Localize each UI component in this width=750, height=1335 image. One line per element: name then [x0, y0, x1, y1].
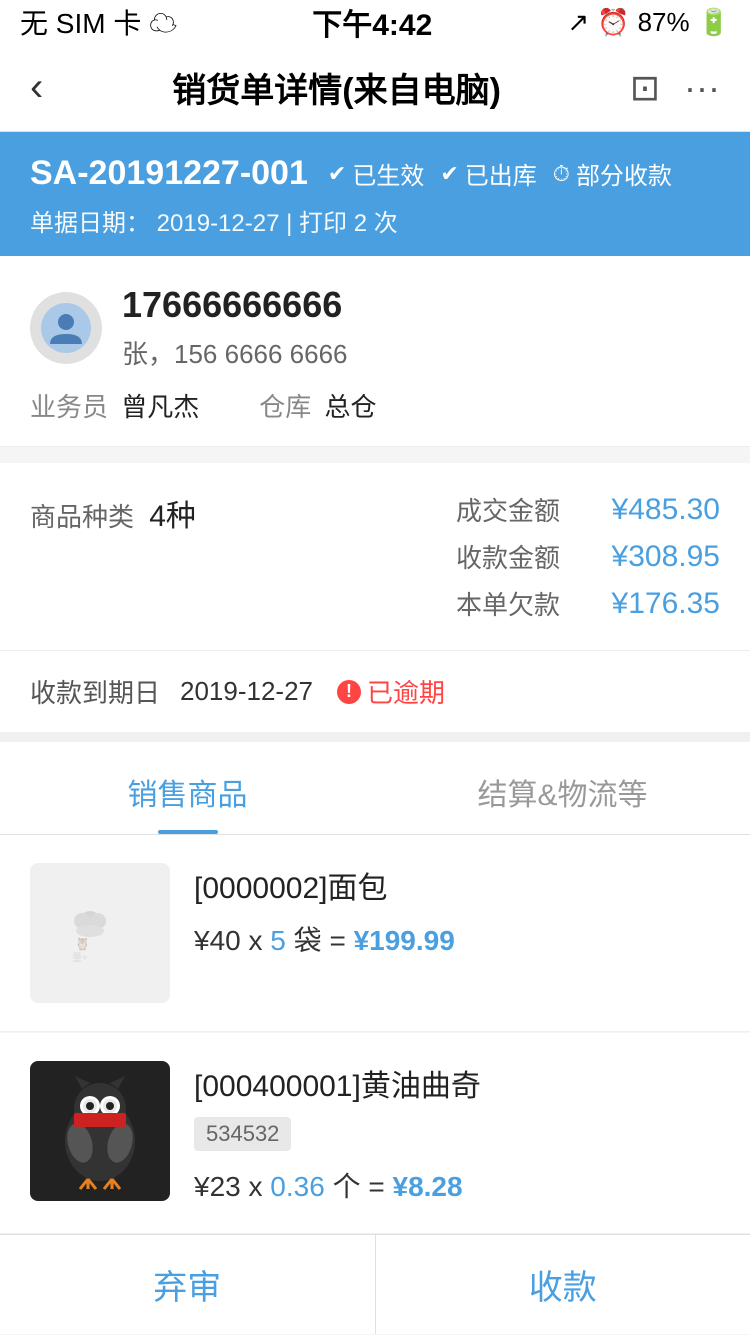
bread-placeholder-icon: 🦉 量+	[60, 893, 140, 973]
product-sku-2: 534532	[194, 1117, 291, 1151]
status-shipped-badge: ✔ 已出库	[440, 156, 536, 191]
tab-products[interactable]: 销售商品	[0, 742, 375, 834]
clock-icon: ⏱	[553, 161, 570, 187]
customer-phone: 张，156 6666 6666	[122, 334, 348, 371]
tab-settlement[interactable]: 结算&物流等	[375, 742, 750, 834]
warehouse-name: 总仓	[325, 392, 377, 422]
location-icon: ↗	[567, 7, 589, 38]
product-name-1: [0000002]面包	[194, 863, 720, 907]
status-partial-badge: ⏱ 部分收款	[553, 156, 672, 191]
table-row: 🦉 量+ [0000002]面包 ¥40 x 5 袋 = ¥199.99	[0, 835, 750, 1032]
product-details-2: [000400001]黄油曲奇 534532 ¥23 x 0.36 个 = ¥8…	[194, 1061, 720, 1205]
product-price-2: ¥23 x 0.36 个 = ¥8.28	[194, 1165, 720, 1205]
salesman-name: 曾凡杰	[121, 392, 199, 422]
products-list: 🦉 量+ [0000002]面包 ¥40 x 5 袋 = ¥199.99	[0, 835, 750, 1234]
customer-avatar	[30, 292, 102, 364]
received-row: 收款金额 ¥308.95	[440, 538, 720, 575]
status-right: ↗ ⏰ 87% 🔋	[567, 7, 730, 38]
nav-bar: ‹ 销货单详情(来自电脑) ⊡ ···	[0, 44, 750, 132]
product-image-2	[30, 1061, 170, 1201]
order-date-row: 单据日期： 2019-12-27 | 打印 2 次	[30, 203, 720, 238]
overdue-badge: ! 已逾期	[337, 673, 445, 710]
svg-text:🦉: 🦉	[75, 937, 90, 951]
customer-info: 17666666666 张，156 6666 6666	[122, 284, 348, 371]
tabs: 销售商品 结算&物流等	[0, 742, 750, 835]
status-effective-badge: ✔ 已生效	[328, 156, 424, 191]
stats-section: 商品种类 4种 成交金额 ¥485.30 收款金额 ¥308.95 本单欠款 ¥…	[0, 463, 750, 651]
more-icon[interactable]: ···	[684, 67, 720, 109]
customer-name: 17666666666	[122, 284, 348, 326]
status-time: 下午4:42	[312, 0, 432, 44]
table-row: [000400001]黄油曲奇 534532 ¥23 x 0.36 个 = ¥8…	[0, 1033, 750, 1234]
transaction-amount: ¥485.30	[580, 493, 720, 527]
cancel-button[interactable]: 弃审	[0, 1235, 376, 1334]
status-bar: 无 SIM 卡 ☁ 下午4:42 ↗ ⏰ 87% 🔋	[0, 0, 750, 44]
product-types: 商品种类 4种	[30, 491, 196, 535]
product-price-1: ¥40 x 5 袋 = ¥199.99	[194, 919, 720, 959]
product-details-1: [0000002]面包 ¥40 x 5 袋 = ¥199.99	[194, 863, 720, 959]
amounts: 成交金额 ¥485.30 收款金额 ¥308.95 本单欠款 ¥176.35	[440, 491, 720, 622]
received-amount: ¥308.95	[580, 540, 720, 574]
overdue-icon: !	[337, 680, 361, 704]
share-icon[interactable]: ⊡	[630, 67, 660, 109]
due-date-section: 收款到期日 2019-12-27 ! 已逾期	[0, 651, 750, 742]
warehouse-info: 仓库 总仓	[259, 387, 376, 424]
product-name-2: [000400001]黄油曲奇	[194, 1061, 720, 1105]
due-date: 2019-12-27	[180, 676, 313, 707]
page-title: 销货单详情(来自电脑)	[43, 63, 630, 112]
confirm-button[interactable]: 收款	[376, 1235, 750, 1334]
bottom-bar: 弃审 收款	[0, 1234, 750, 1334]
svg-text:量+: 量+	[72, 952, 88, 964]
order-badges: ✔ 已生效 ✔ 已出库 ⏱ 部分收款	[328, 156, 672, 191]
customer-section: 17666666666 张，156 6666 6666 业务员 曾凡杰 仓库 总…	[0, 256, 750, 447]
back-button[interactable]: ‹	[30, 65, 43, 110]
transaction-row: 成交金额 ¥485.30	[440, 491, 720, 528]
order-header-banner: SA-20191227-001 ✔ 已生效 ✔ 已出库 ⏱ 部分收款 单据日期：…	[0, 132, 750, 256]
check-icon-2: ✔	[440, 161, 458, 187]
overdue-text: 已逾期	[367, 673, 445, 710]
battery-icon: 🔋	[698, 7, 730, 38]
status-left: 无 SIM 卡 ☁	[20, 2, 177, 42]
owed-amount: ¥176.35	[580, 587, 720, 621]
nav-actions: ⊡ ···	[630, 67, 720, 109]
customer-meta: 业务员 曾凡杰 仓库 总仓	[30, 387, 720, 424]
battery-level: 87%	[638, 7, 690, 38]
salesman-info: 业务员 曾凡杰	[30, 387, 199, 424]
product-image-1: 🦉 量+	[30, 863, 170, 1003]
owl-logo-icon	[40, 1071, 160, 1191]
alarm-icon: ⏰	[597, 7, 629, 38]
owed-row: 本单欠款 ¥176.35	[440, 585, 720, 622]
check-icon: ✔	[328, 161, 346, 187]
order-id: SA-20191227-001	[30, 154, 308, 193]
